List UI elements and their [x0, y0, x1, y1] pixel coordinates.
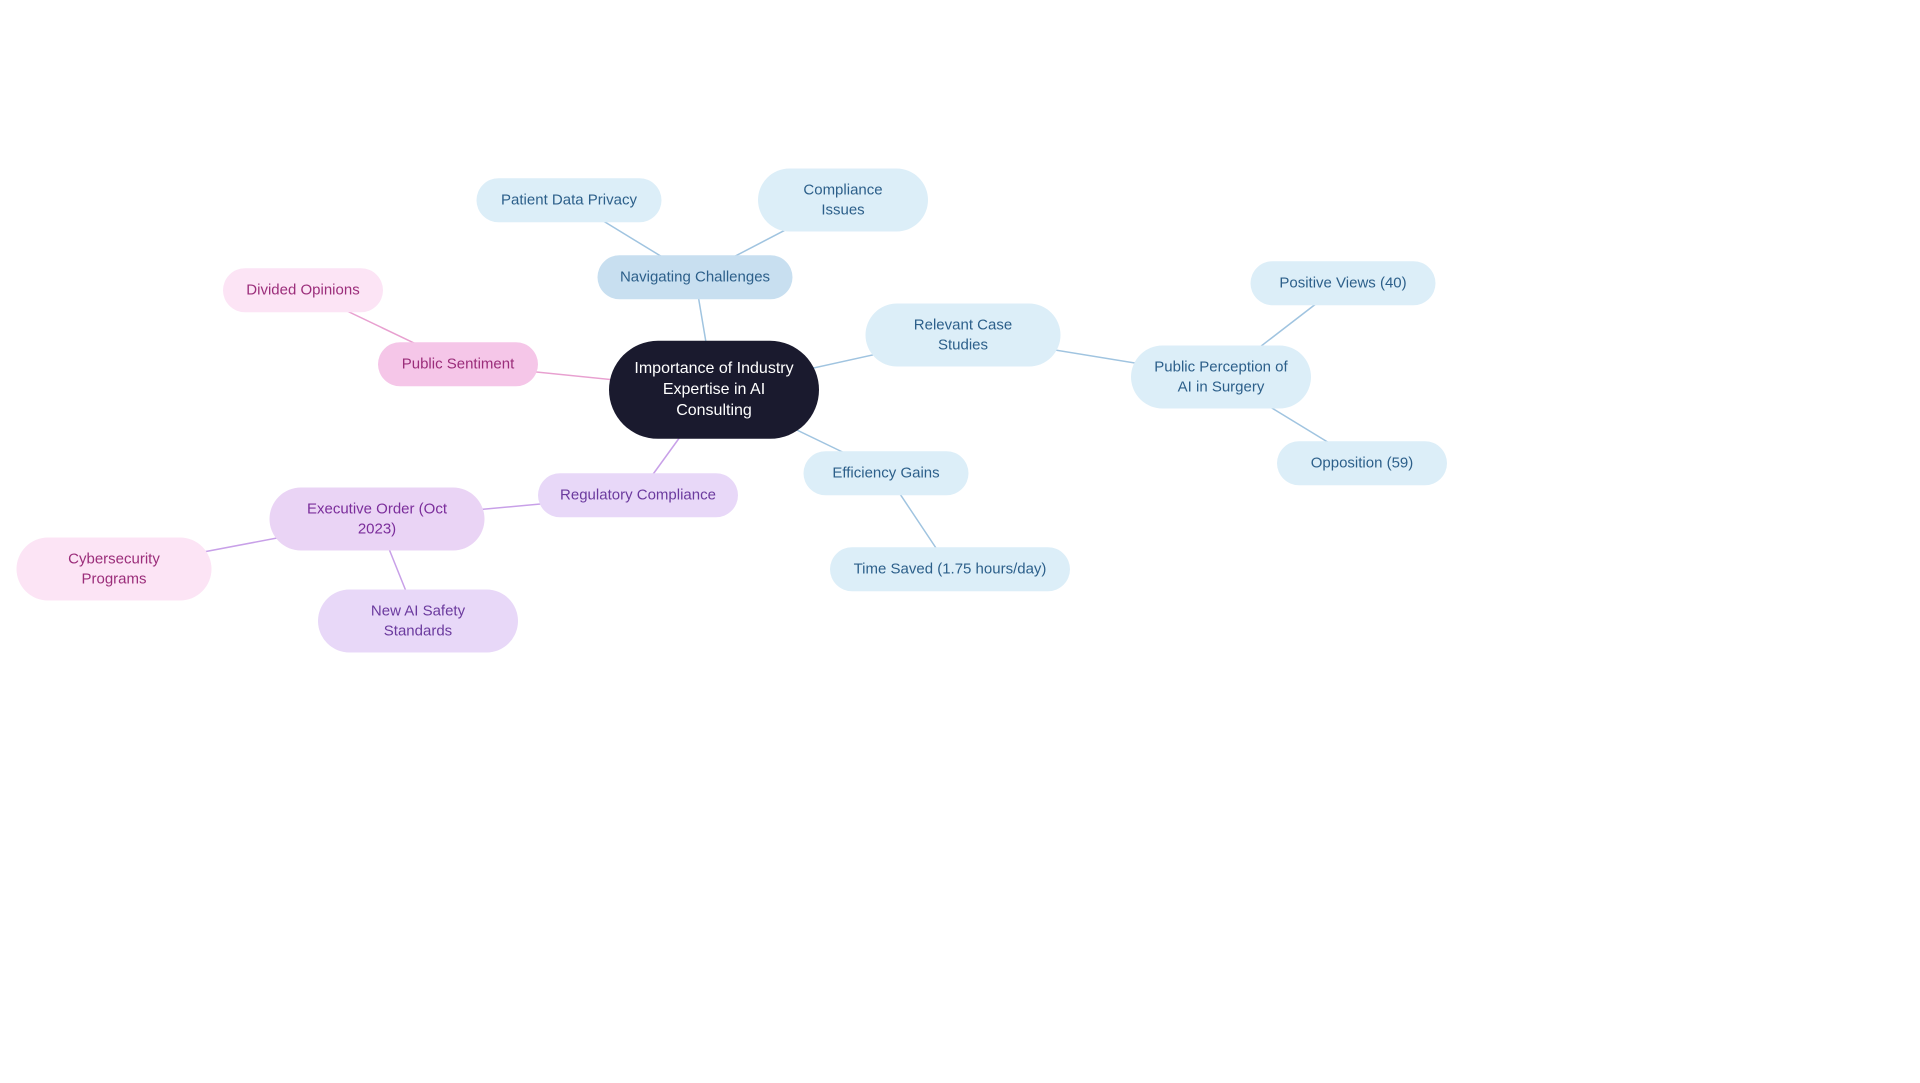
new-ai-safety-standards-node[interactable]: New AI Safety Standards [318, 590, 518, 653]
navigating-challenges-node[interactable]: Navigating Challenges [598, 255, 793, 299]
cybersecurity-programs-node[interactable]: Cybersecurity Programs [17, 538, 212, 601]
positive-views-node[interactable]: Positive Views (40) [1251, 261, 1436, 305]
divided-opinions-node[interactable]: Divided Opinions [223, 268, 383, 312]
efficiency-gains-node[interactable]: Efficiency Gains [804, 451, 969, 495]
time-saved-node[interactable]: Time Saved (1.75 hours/day) [830, 547, 1070, 591]
regulatory-compliance-node[interactable]: Regulatory Compliance [538, 473, 738, 517]
compliance-issues-node[interactable]: Compliance Issues [758, 169, 928, 232]
patient-data-privacy-node[interactable]: Patient Data Privacy [477, 178, 662, 222]
public-perception-node[interactable]: Public Perception of AI in Surgery [1131, 346, 1311, 409]
center-node[interactable]: Importance of Industry Expertise in AI C… [609, 341, 819, 439]
public-sentiment-node[interactable]: Public Sentiment [378, 342, 538, 386]
opposition-node[interactable]: Opposition (59) [1277, 441, 1447, 485]
executive-order-node[interactable]: Executive Order (Oct 2023) [270, 488, 485, 551]
relevant-case-studies-node[interactable]: Relevant Case Studies [866, 304, 1061, 367]
